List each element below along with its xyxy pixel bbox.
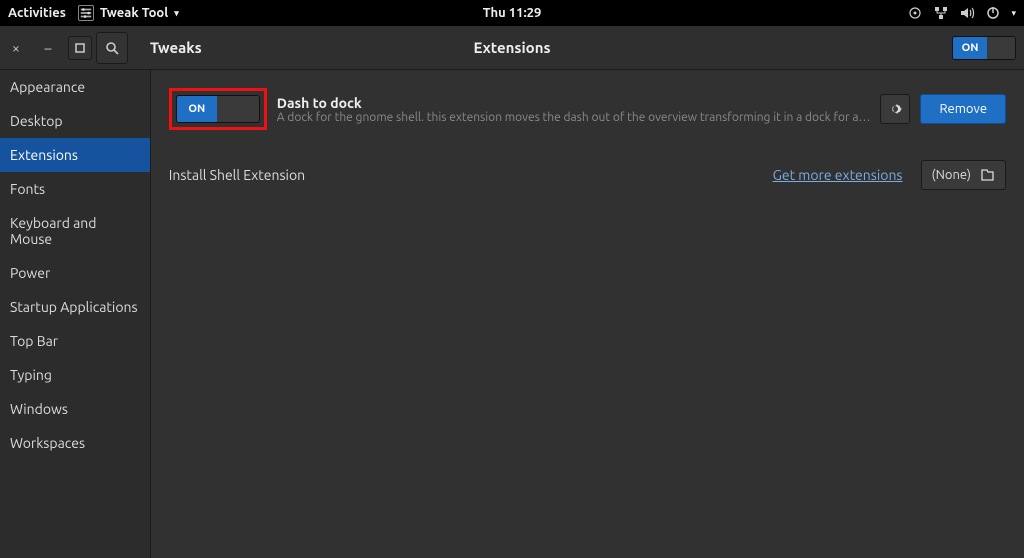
tweak-tool-icon xyxy=(78,5,94,21)
maximize-button[interactable] xyxy=(68,36,92,60)
app-body: AppearanceDesktopExtensionsFontsKeyboard… xyxy=(0,70,1024,558)
sidebar-item-workspaces[interactable]: Workspaces xyxy=(0,426,150,460)
sidebar-item-extensions[interactable]: Extensions xyxy=(0,138,150,172)
extension-settings-button[interactable] xyxy=(880,94,910,124)
sidebar-item-fonts[interactable]: Fonts xyxy=(0,172,150,206)
power-icon[interactable] xyxy=(985,5,1001,21)
extension-row: ON Dash to dock A dock for the gnome she… xyxy=(169,88,1006,130)
switch-on-label: ON xyxy=(953,37,987,59)
sidebar-item-power[interactable]: Power xyxy=(0,256,150,290)
system-menu-chevron-icon[interactable]: ▾ xyxy=(1011,8,1016,19)
extensions-global-switch[interactable]: ON xyxy=(952,36,1016,60)
sidebar-item-appearance[interactable]: Appearance xyxy=(0,70,150,104)
search-icon xyxy=(104,40,120,56)
page-title: Extensions xyxy=(473,39,550,56)
search-button[interactable] xyxy=(96,32,128,64)
sidebar-item-keyboard-and-mouse[interactable]: Keyboard and Mouse xyxy=(0,206,150,256)
install-row: Install Shell Extension Get more extensi… xyxy=(169,160,1006,190)
close-button[interactable]: × xyxy=(4,36,28,60)
switch-on-label: ON xyxy=(177,96,217,122)
content-pane: ON Dash to dock A dock for the gnome she… xyxy=(151,70,1024,558)
highlight-box: ON xyxy=(169,88,267,130)
document-open-icon xyxy=(979,167,995,183)
remove-button[interactable]: Remove xyxy=(920,94,1006,124)
minimize-button[interactable]: – xyxy=(36,36,60,60)
network-icon[interactable] xyxy=(933,5,949,21)
sidebar-item-windows[interactable]: Windows xyxy=(0,392,150,426)
clock[interactable]: Thu 11:29 xyxy=(483,6,542,20)
dash-to-dock-switch[interactable]: ON xyxy=(176,95,260,123)
extension-description: A dock for the gnome shell. this extensi… xyxy=(277,111,871,124)
get-more-extensions-link[interactable]: Get more extensions xyxy=(773,167,903,183)
sidebar-item-startup-applications[interactable]: Startup Applications xyxy=(0,290,150,324)
sidebar-title: Tweaks xyxy=(150,39,202,56)
sidebar: AppearanceDesktopExtensionsFontsKeyboard… xyxy=(0,70,151,558)
remove-button-label: Remove xyxy=(939,102,987,116)
gnome-top-panel: Activities Tweak Tool ▾ Thu 11:29 ▾ xyxy=(0,0,1024,26)
appmenu-button[interactable]: Tweak Tool ▾ xyxy=(78,5,179,21)
headerbar: × – Tweaks Extensions ON xyxy=(0,26,1024,70)
sidebar-item-top-bar[interactable]: Top Bar xyxy=(0,324,150,358)
gear-icon xyxy=(887,101,903,117)
chevron-down-icon: ▾ xyxy=(174,8,179,19)
location-icon[interactable] xyxy=(907,5,923,21)
extension-title: Dash to dock xyxy=(277,95,871,111)
volume-icon[interactable] xyxy=(959,5,975,21)
install-label: Install Shell Extension xyxy=(169,167,305,183)
install-file-button[interactable]: (None) xyxy=(921,160,1006,190)
appmenu-label: Tweak Tool xyxy=(100,6,168,20)
sidebar-item-typing[interactable]: Typing xyxy=(0,358,150,392)
activities-button[interactable]: Activities xyxy=(8,6,66,20)
install-file-button-label: (None) xyxy=(932,168,971,182)
sidebar-item-desktop[interactable]: Desktop xyxy=(0,104,150,138)
